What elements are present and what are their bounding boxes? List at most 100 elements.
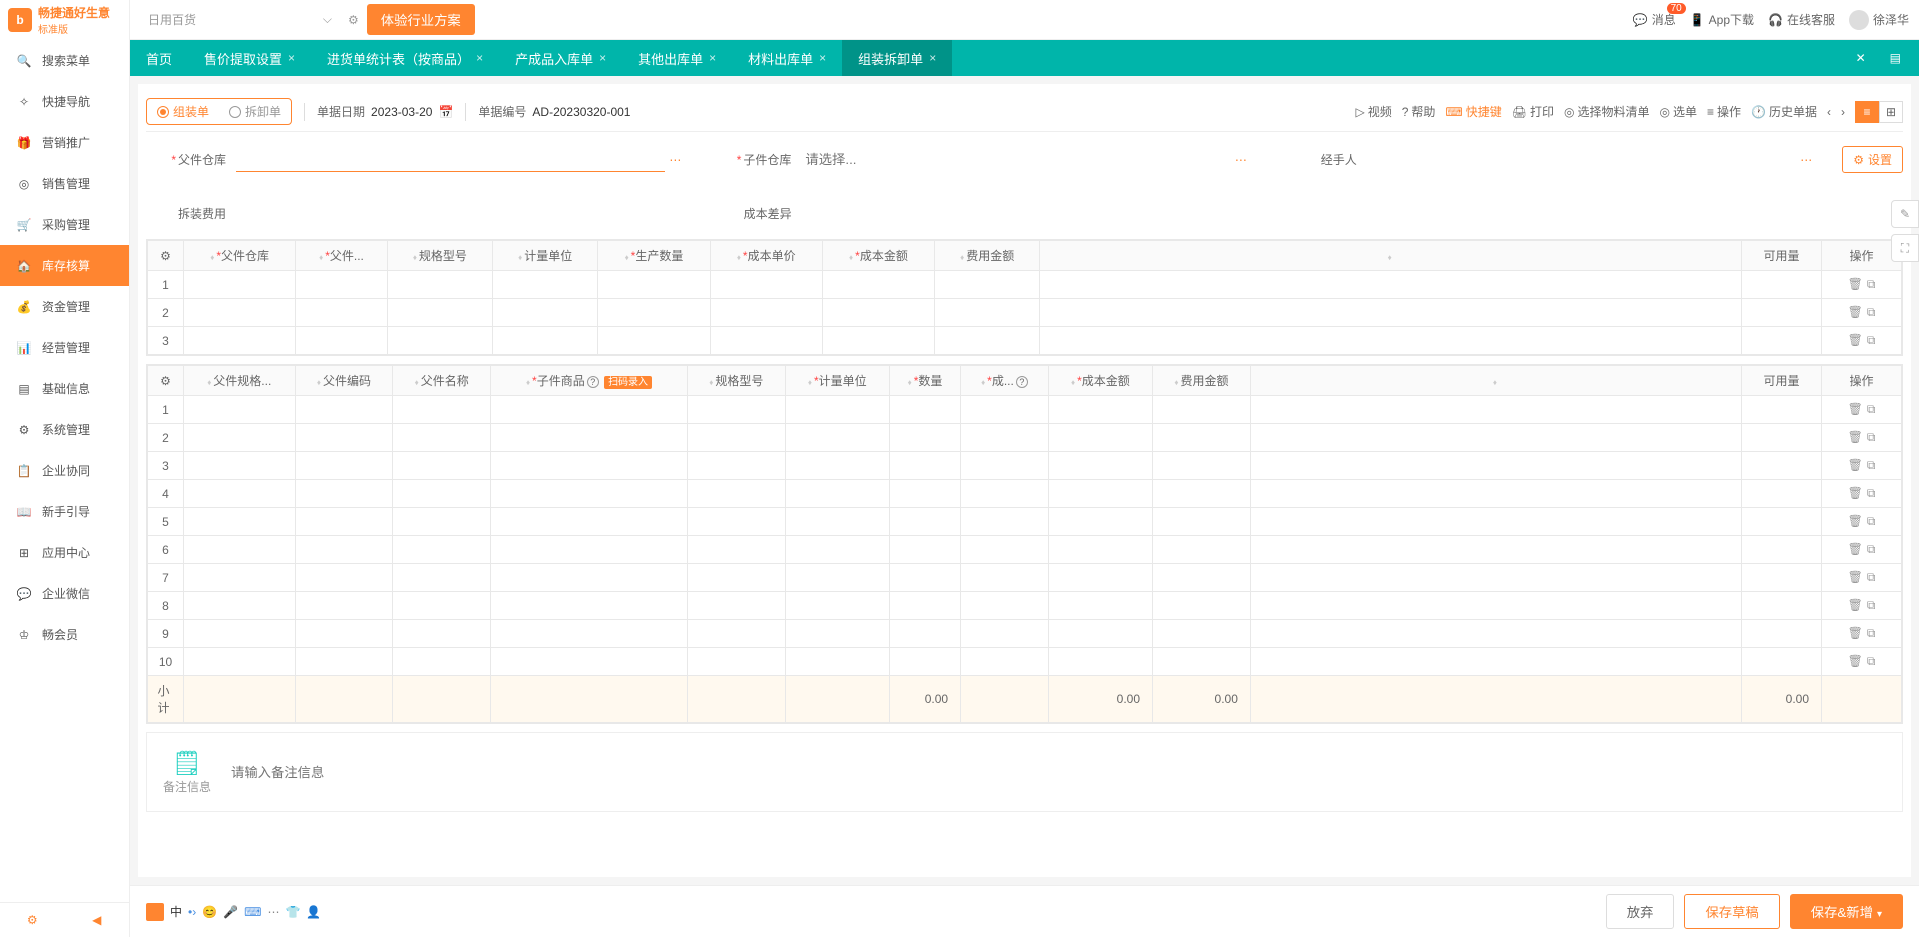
table-row[interactable]: 1🗑⧉ bbox=[148, 271, 1902, 299]
tab-stats[interactable]: 进货单统计表（按商品）× bbox=[311, 40, 499, 76]
delete-icon[interactable]: 🗑 bbox=[1848, 514, 1863, 528]
float-edit[interactable]: ✎ bbox=[1891, 200, 1919, 228]
col-cspec[interactable]: ♦规格型号 bbox=[687, 366, 785, 396]
help-button[interactable]: ? 帮助 bbox=[1402, 103, 1436, 120]
table-row[interactable]: 2🗑⧉ bbox=[148, 424, 1902, 452]
float-expand[interactable]: ⛶ bbox=[1891, 234, 1919, 262]
nav-basic[interactable]: ▤基础信息 bbox=[0, 368, 129, 409]
col-fee[interactable]: ♦费用金额 bbox=[935, 241, 1040, 271]
table-row[interactable]: 3🗑⧉ bbox=[148, 452, 1902, 480]
col-spec[interactable]: ♦规格型号 bbox=[387, 241, 492, 271]
delete-icon[interactable]: 🗑 bbox=[1848, 486, 1863, 500]
close-icon[interactable]: × bbox=[288, 51, 295, 65]
copy-icon[interactable]: ⧉ bbox=[1867, 277, 1876, 291]
save-new-button[interactable]: 保存&新增▾ bbox=[1790, 894, 1903, 929]
category-settings[interactable]: ⚙ bbox=[348, 13, 359, 27]
table-row[interactable]: 2🗑⧉ bbox=[148, 299, 1902, 327]
delete-icon[interactable]: 🗑 bbox=[1848, 402, 1863, 416]
tab-other-out[interactable]: 其他出库单× bbox=[622, 40, 732, 76]
col-child-item[interactable]: ♦*子件商品? 扫码录入 bbox=[491, 366, 688, 396]
table-row[interactable]: 3🗑⧉ bbox=[148, 327, 1902, 355]
table-row[interactable]: 9🗑⧉ bbox=[148, 620, 1902, 648]
tab-product-in[interactable]: 产成品入库单× bbox=[499, 40, 622, 76]
col-pname[interactable]: ♦父件名称 bbox=[393, 366, 491, 396]
gear-icon[interactable]: ⚙ bbox=[160, 249, 171, 263]
scan-button[interactable]: 扫码录入 bbox=[604, 376, 652, 389]
child-wh-more[interactable]: ⋯ bbox=[1235, 153, 1247, 167]
remark-input[interactable] bbox=[227, 749, 1886, 795]
diff-input[interactable] bbox=[802, 201, 1248, 225]
nav-inventory[interactable]: 🏠库存核算 bbox=[0, 245, 129, 286]
try-plan-button[interactable]: 体验行业方案 bbox=[367, 4, 475, 35]
parent-wh-more[interactable]: ⋯ bbox=[669, 153, 681, 167]
nav-quick[interactable]: ✧快捷导航 bbox=[0, 81, 129, 122]
view-list[interactable]: ≡ bbox=[1855, 101, 1879, 123]
nav-marketing[interactable]: 🎁营销推广 bbox=[0, 122, 129, 163]
nav-guide[interactable]: 📖新手引导 bbox=[0, 491, 129, 532]
delete-icon[interactable]: 🗑 bbox=[1848, 654, 1863, 668]
ime-icon[interactable] bbox=[146, 903, 164, 921]
col-ccost[interactable]: ♦*成...? bbox=[961, 366, 1049, 396]
choose-bom-button[interactable]: ◎ 选择物料清单 bbox=[1564, 103, 1650, 120]
col-parent-wh[interactable]: ♦*父件仓库 bbox=[184, 241, 296, 271]
nav-collab[interactable]: 📋企业协同 bbox=[0, 450, 129, 491]
tabs-menu-button[interactable]: ▤ bbox=[1882, 47, 1909, 69]
print-button[interactable]: 🖨 打印 bbox=[1512, 103, 1554, 120]
help-icon[interactable]: ? bbox=[1016, 376, 1028, 388]
copy-icon[interactable]: ⧉ bbox=[1867, 458, 1876, 472]
date-value[interactable]: 2023-03-20 bbox=[371, 105, 432, 119]
nav-left-button[interactable]: ‹ bbox=[1827, 105, 1831, 119]
copy-icon[interactable]: ⧉ bbox=[1867, 430, 1876, 444]
nav-finance[interactable]: 💰资金管理 bbox=[0, 286, 129, 327]
col-cfee[interactable]: ♦费用金额 bbox=[1153, 366, 1251, 396]
delete-icon[interactable]: 🗑 bbox=[1848, 305, 1863, 319]
col-cavail[interactable]: 可用量 bbox=[1742, 366, 1822, 396]
nav-wechat[interactable]: 💬企业微信 bbox=[0, 573, 129, 614]
copy-icon[interactable]: ⧉ bbox=[1867, 514, 1876, 528]
table-row[interactable]: 6🗑⧉ bbox=[148, 536, 1902, 564]
col-unit[interactable]: ♦计量单位 bbox=[493, 241, 598, 271]
delete-icon[interactable]: 🗑 bbox=[1848, 458, 1863, 472]
close-icon[interactable]: × bbox=[709, 51, 716, 65]
child-wh-input[interactable] bbox=[801, 148, 1230, 172]
sidebar-settings[interactable]: ⚙ bbox=[0, 903, 65, 937]
close-icon[interactable]: × bbox=[476, 51, 483, 65]
close-tab-button[interactable]: ✕ bbox=[1848, 47, 1874, 69]
select-doc-button[interactable]: ◎ 选单 bbox=[1660, 103, 1698, 120]
close-icon[interactable]: × bbox=[929, 51, 936, 65]
delete-icon[interactable]: 🗑 bbox=[1848, 570, 1863, 584]
tab-home[interactable]: 首页 bbox=[130, 40, 188, 76]
col-pspec[interactable]: ♦父件规格... bbox=[184, 366, 296, 396]
col-avail[interactable]: 可用量 bbox=[1742, 241, 1822, 271]
table-row[interactable]: 10🗑⧉ bbox=[148, 648, 1902, 676]
ime-btn-7[interactable]: 👤 bbox=[306, 905, 321, 919]
table-row[interactable]: 7🗑⧉ bbox=[148, 564, 1902, 592]
delete-icon[interactable]: 🗑 bbox=[1848, 598, 1863, 612]
discard-button[interactable]: 放弃 bbox=[1606, 894, 1675, 929]
table-row[interactable]: 4🗑⧉ bbox=[148, 480, 1902, 508]
nav-sales[interactable]: ◎销售管理 bbox=[0, 163, 129, 204]
delete-icon[interactable]: 🗑 bbox=[1848, 277, 1863, 291]
delete-icon[interactable]: 🗑 bbox=[1848, 430, 1863, 444]
tab-assemble[interactable]: 组装拆卸单× bbox=[842, 40, 952, 76]
col-qty[interactable]: ♦*生产数量 bbox=[598, 241, 710, 271]
view-grid[interactable]: ⊞ bbox=[1879, 101, 1903, 123]
close-icon[interactable]: × bbox=[819, 51, 826, 65]
close-icon[interactable]: × bbox=[599, 51, 606, 65]
ops-button[interactable]: ≡ 操作 bbox=[1707, 103, 1741, 120]
table-row[interactable]: 8🗑⧉ bbox=[148, 592, 1902, 620]
nav-purchase[interactable]: 🛒采购管理 bbox=[0, 204, 129, 245]
table-row[interactable]: 1🗑⧉ bbox=[148, 396, 1902, 424]
fee-input[interactable] bbox=[236, 201, 682, 225]
delete-icon[interactable]: 🗑 bbox=[1848, 542, 1863, 556]
app-download-button[interactable]: 📱 App下载 bbox=[1690, 11, 1754, 28]
video-button[interactable]: ▷ 视频 bbox=[1355, 103, 1391, 120]
copy-icon[interactable]: ⧉ bbox=[1867, 542, 1876, 556]
copy-icon[interactable]: ⧉ bbox=[1867, 402, 1876, 416]
calendar-icon[interactable]: 📅 bbox=[438, 105, 453, 119]
gear-icon[interactable]: ⚙ bbox=[160, 374, 171, 388]
tab-price[interactable]: 售价提取设置× bbox=[188, 40, 311, 76]
tab-material-out[interactable]: 材料出库单× bbox=[732, 40, 842, 76]
nav-member[interactable]: ♔畅会员 bbox=[0, 614, 129, 655]
ime-btn-1[interactable]: •› bbox=[188, 905, 196, 919]
